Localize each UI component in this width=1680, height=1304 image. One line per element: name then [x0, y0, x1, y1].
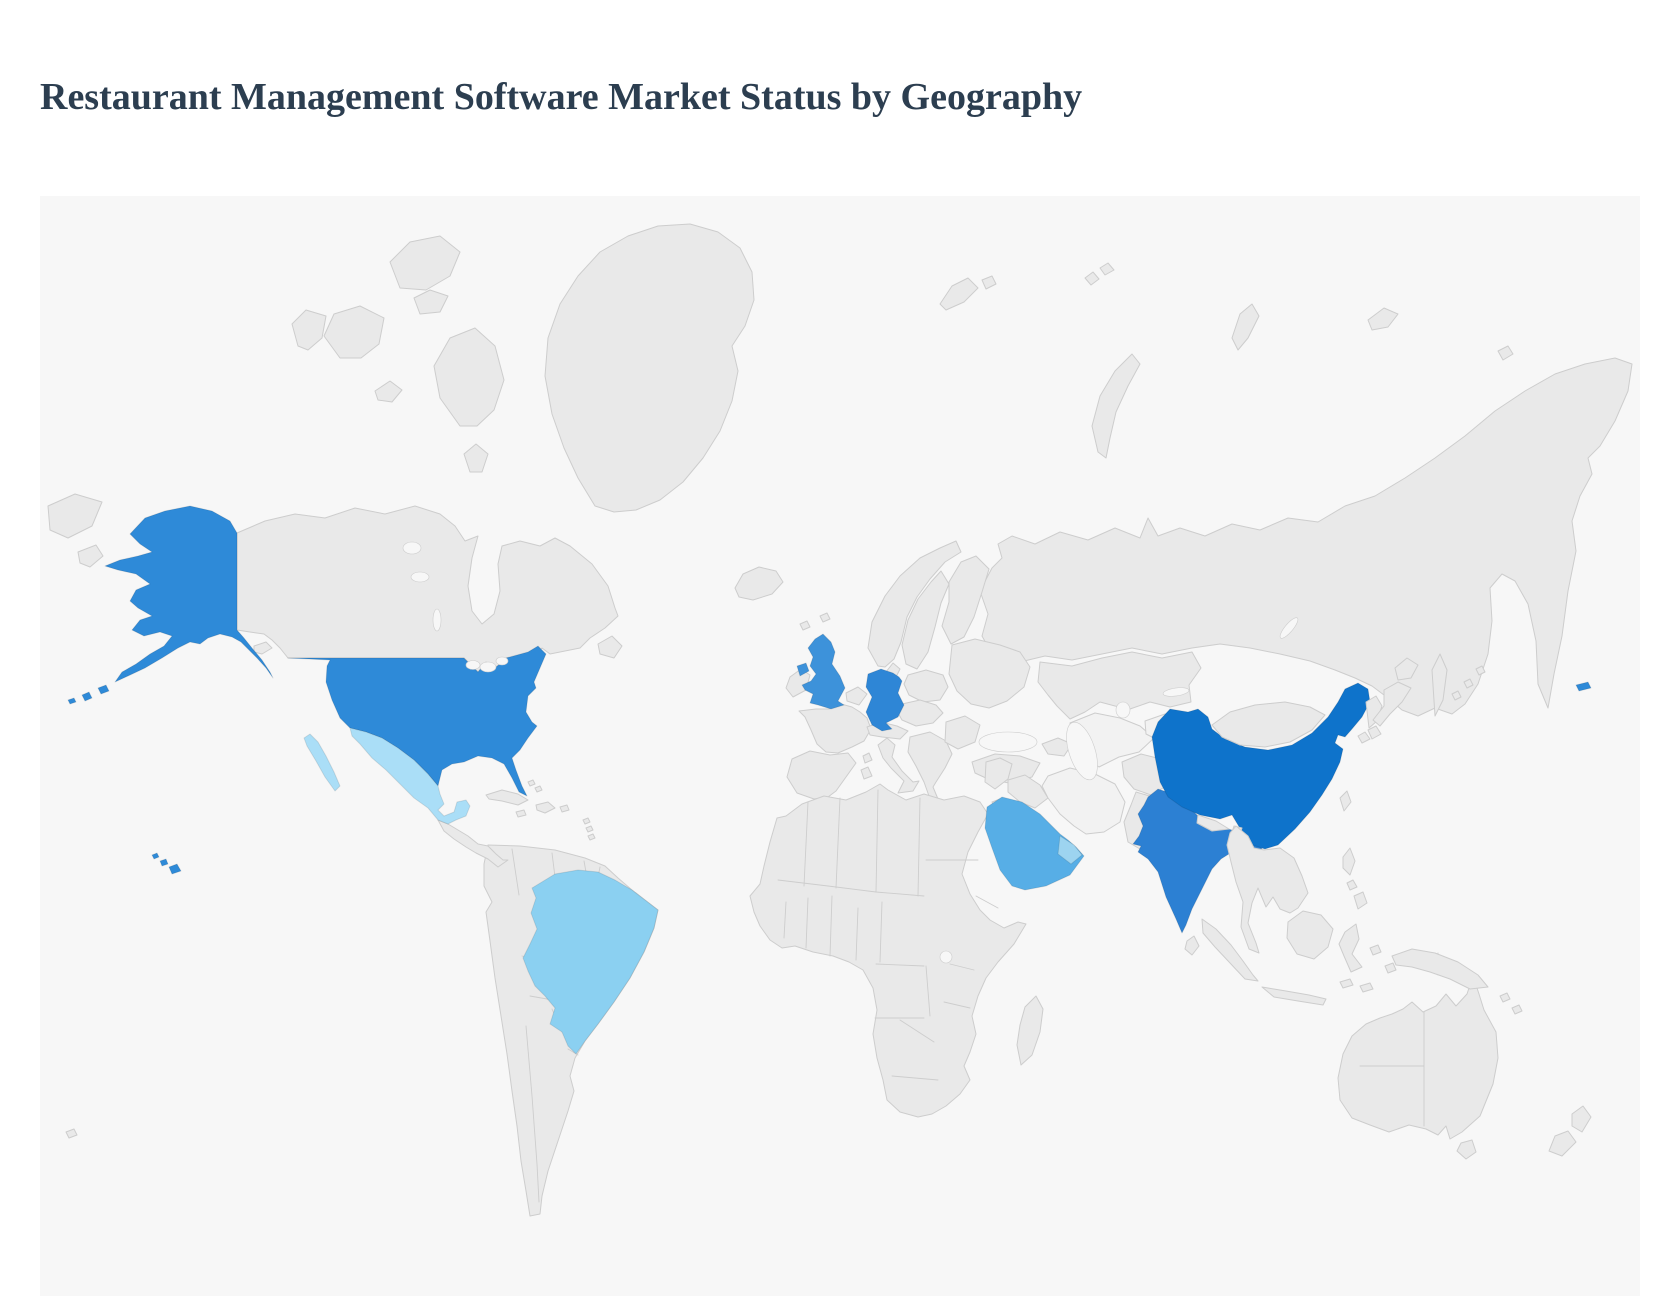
chukotka-west-fragment — [48, 494, 103, 567]
arctic-islands-eurasia — [940, 263, 1513, 458]
faroe-shetland-islands — [800, 613, 830, 630]
indonesia — [1202, 911, 1396, 1005]
base-land-layer — [48, 224, 1632, 1216]
landmass-russia — [980, 358, 1632, 716]
landmass-canada — [237, 506, 618, 672]
sri-lanka — [1185, 936, 1199, 955]
pacific-islets — [1500, 993, 1522, 1014]
vancouver-island — [254, 642, 272, 654]
great-slave-lake — [411, 572, 429, 582]
black-sea — [979, 732, 1037, 752]
philippines — [1343, 848, 1367, 909]
iceland — [735, 567, 783, 600]
country-uk[interactable] — [797, 634, 845, 709]
lake-winnipeg — [433, 609, 441, 631]
country-germany[interactable] — [866, 669, 904, 731]
madagascar — [1017, 996, 1043, 1065]
lake-superior — [466, 661, 480, 670]
south-atlantic-islet — [66, 1129, 77, 1138]
lake-victoria — [940, 951, 952, 963]
new-guinea — [1392, 949, 1488, 989]
romania-bulgaria — [945, 716, 980, 749]
benelux — [846, 687, 867, 705]
country-mexico-baja[interactable] — [304, 734, 340, 791]
newfoundland-island — [598, 636, 622, 658]
great-bear-lake — [403, 542, 421, 554]
lake-erie-ontario — [496, 657, 508, 665]
lake-michigan-huron — [480, 662, 496, 672]
arctic-islands-canada — [292, 236, 504, 472]
iberia — [787, 751, 856, 799]
iran — [1042, 768, 1125, 834]
taiwan — [1340, 791, 1351, 811]
landmass-greenland — [545, 224, 754, 512]
france — [799, 704, 871, 753]
caribbean-islands — [486, 780, 595, 840]
landmass-africa — [750, 784, 1026, 1117]
central-america — [438, 820, 508, 867]
australia — [1338, 976, 1498, 1139]
world-map — [40, 196, 1640, 1296]
finland — [942, 556, 989, 644]
page-title: Restaurant Management Software Market St… — [40, 76, 1082, 120]
tasmania — [1457, 1140, 1476, 1159]
aral-sea — [1116, 702, 1130, 718]
poland — [904, 670, 948, 702]
new-zealand — [1549, 1106, 1591, 1156]
world-map-panel — [40, 196, 1640, 1296]
